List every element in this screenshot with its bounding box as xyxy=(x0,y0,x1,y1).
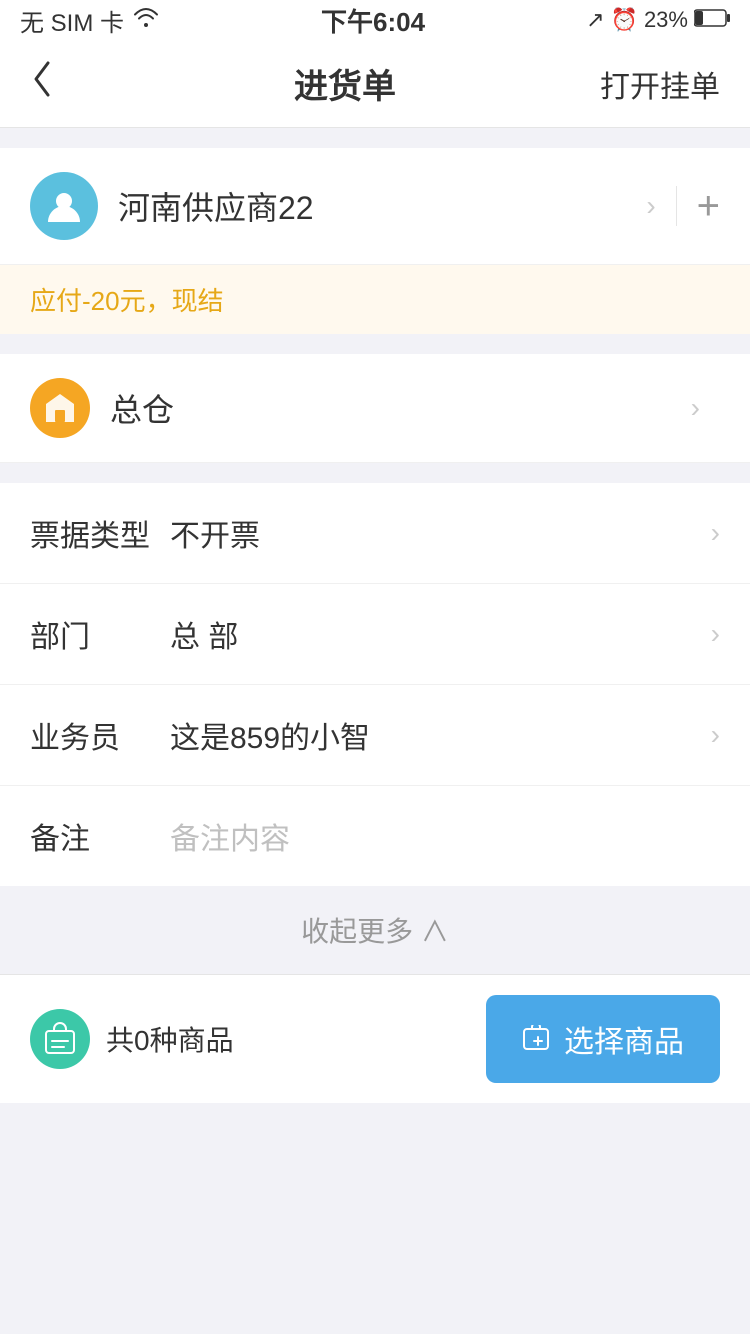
battery-icon xyxy=(694,7,730,33)
vertical-divider xyxy=(676,186,677,226)
bottom-bar: 共0种商品 选择商品 xyxy=(0,974,750,1103)
supplier-card: 河南供应商22 › + 应付-20元，现结 xyxy=(0,148,750,334)
collapse-label: 收起更多 ∧ xyxy=(301,916,449,947)
invoice-type-chevron-icon: › xyxy=(711,517,720,549)
product-count: 共0种商品 xyxy=(106,1019,486,1059)
invoice-type-value: 不开票 xyxy=(150,511,711,555)
supplier-avatar xyxy=(30,172,98,240)
salesperson-value: 这是859的小智 xyxy=(150,713,711,757)
alarm-icon: ⏰ xyxy=(611,7,638,33)
warehouse-chevron-icon: › xyxy=(691,392,700,424)
wifi-icon xyxy=(132,6,160,34)
department-chevron-icon: › xyxy=(711,618,720,650)
location-icon: ↗ xyxy=(586,7,604,33)
warehouse-card: 总仓 › xyxy=(0,354,750,463)
form-card: 票据类型 不开票 › 部门 总 部 › 业务员 这是859的小智 › 备注 备注… xyxy=(0,483,750,886)
main-content: 河南供应商22 › + 应付-20元，现结 总仓 › 票据类型 不开 xyxy=(0,128,750,1334)
supplier-row[interactable]: 河南供应商22 › + xyxy=(0,148,750,265)
back-button[interactable] xyxy=(30,59,90,108)
section-gap-2 xyxy=(0,334,750,354)
department-value: 总 部 xyxy=(150,612,711,656)
sim-text: 无 SIM 卡 xyxy=(20,3,124,38)
battery-text: 23% xyxy=(644,7,688,33)
add-button[interactable]: + xyxy=(697,184,720,229)
nav-bar: 进货单 打开挂单 xyxy=(0,40,750,128)
collapse-button[interactable]: 收起更多 ∧ xyxy=(0,886,750,974)
notice-banner: 应付-20元，现结 xyxy=(0,265,750,334)
status-bar: 无 SIM 卡 下午6:04 ↗ ⏰ 23% xyxy=(0,0,750,40)
product-icon xyxy=(30,1009,90,1069)
supplier-chevron-icon: › xyxy=(646,190,655,222)
remark-input[interactable]: 备注内容 xyxy=(150,814,720,858)
open-pending-button[interactable]: 打开挂单 xyxy=(600,62,720,106)
department-row[interactable]: 部门 总 部 › xyxy=(0,584,750,685)
section-gap-1 xyxy=(0,128,750,148)
invoice-type-label: 票据类型 xyxy=(30,511,150,555)
remark-label: 备注 xyxy=(30,814,150,858)
section-gap-3 xyxy=(0,463,750,483)
remark-row[interactable]: 备注 备注内容 xyxy=(0,786,750,886)
status-time: 下午6:04 xyxy=(321,2,425,39)
warehouse-row[interactable]: 总仓 › xyxy=(0,354,750,463)
notice-text: 应付-20元，现结 xyxy=(30,286,224,316)
salesperson-row[interactable]: 业务员 这是859的小智 › xyxy=(0,685,750,786)
select-product-label: 选择商品 xyxy=(564,1017,684,1061)
status-left: 无 SIM 卡 xyxy=(20,3,160,38)
warehouse-name: 总仓 xyxy=(110,385,691,431)
warehouse-icon xyxy=(30,378,90,438)
select-product-button[interactable]: 选择商品 xyxy=(486,995,720,1083)
salesperson-chevron-icon: › xyxy=(711,719,720,751)
status-right: ↗ ⏰ 23% xyxy=(586,7,730,33)
invoice-type-row[interactable]: 票据类型 不开票 › xyxy=(0,483,750,584)
supplier-name: 河南供应商22 xyxy=(118,183,646,229)
department-label: 部门 xyxy=(30,612,150,656)
salesperson-label: 业务员 xyxy=(30,713,150,757)
page-title: 进货单 xyxy=(294,59,396,108)
